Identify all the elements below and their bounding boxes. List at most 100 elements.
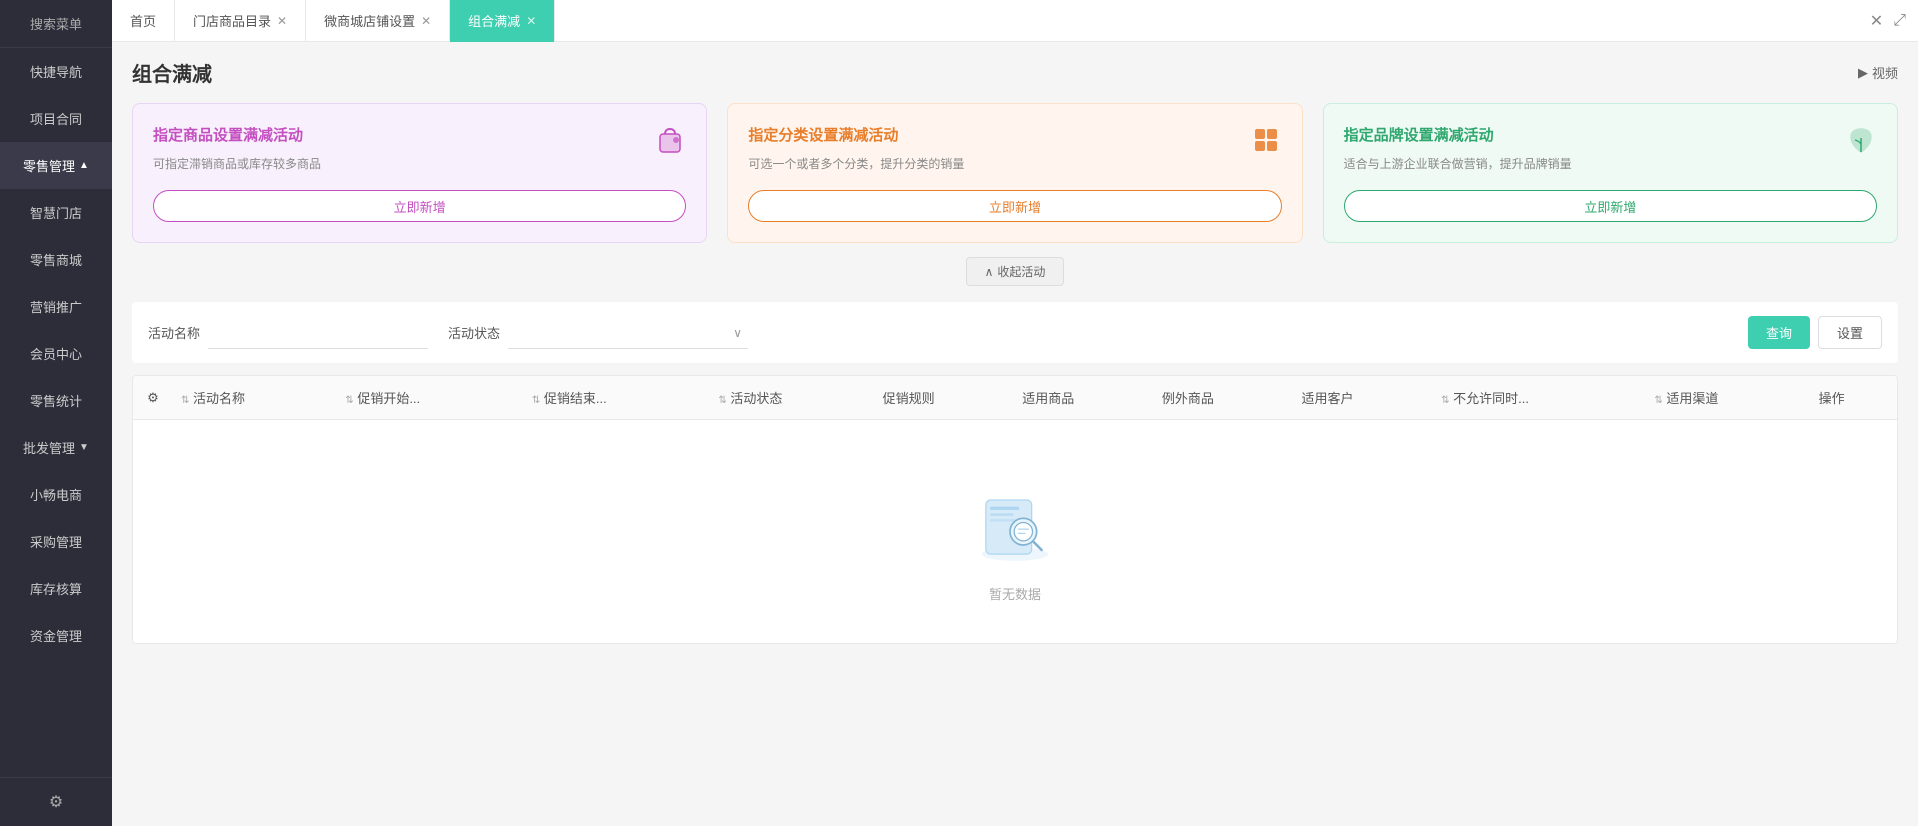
video-link[interactable]: ▶ 视频 [1858,63,1898,82]
sidebar-item-xiaochang-ecommerce[interactable]: 小畅电商 [0,471,112,518]
card-product-add-button[interactable]: 立即新增 [153,190,686,222]
sidebar-item-marketing[interactable]: 营销推广 [0,283,112,330]
activity-status-select[interactable] [508,317,748,349]
grid-icon [1250,124,1282,163]
col-operations-label: 操作 [1819,391,1845,406]
chevron-down-icon: ▼ [79,442,89,453]
col-exception-goods-label: 例外商品 [1162,391,1214,406]
tab-wechat-store-settings[interactable]: 微商城店铺设置 ✕ [306,0,450,42]
tab-wechat-store-settings-label: 微商城店铺设置 [324,11,415,30]
sidebar-search[interactable]: 搜索菜单 [0,0,112,48]
col-applicable-goods-label: 适用商品 [1022,391,1074,406]
card-category-desc: 可选一个或者多个分类，提升分类的销量 [748,155,1281,174]
sort-icon: ⇅ [532,395,540,406]
sidebar-item-label: 批发管理 [23,438,75,457]
settings-icon: ⚙ [147,390,159,405]
tab-store-product-catalog[interactable]: 门店商品目录 ✕ [175,0,306,42]
col-no-simultaneous[interactable]: ⇅ 不允许同时... [1433,376,1646,420]
tabbar-actions: ✕ ⤢ [1870,11,1918,31]
activity-name-input[interactable] [208,317,428,349]
page-header: 组合满减 ▶ 视频 [132,58,1898,87]
play-icon: ▶ [1858,65,1868,81]
sidebar-item-label: 小畅电商 [30,488,82,503]
tab-combo-discount[interactable]: 组合满减 ✕ [450,0,555,42]
filter-actions: 查询 设置 [1748,316,1882,349]
empty-state: 暂无数据 [133,420,1897,643]
sidebar-item-label: 零售管理 [23,156,75,175]
cards-row: 指定商品设置满减活动 可指定滞销商品或库存较多商品 立即新增 指定分类设置满减活… [132,103,1898,243]
card-product-desc: 可指定滞销商品或库存较多商品 [153,155,686,174]
collapse-activities-button[interactable]: ∧ 收起活动 [966,257,1065,286]
tab-home-label: 首页 [130,11,156,30]
sidebar-item-purchase-mgmt[interactable]: 采购管理 [0,518,112,565]
tabbar: 首页 门店商品目录 ✕ 微商城店铺设置 ✕ 组合满减 ✕ ✕ ⤢ [112,0,1918,42]
gear-icon: ⚙ [49,794,63,811]
leaf-icon [1845,124,1877,163]
sidebar-item-label: 采购管理 [30,535,82,550]
collapse-bar: ∧ 收起活动 [132,257,1898,286]
col-applicable-channel-label: 适用渠道 [1666,391,1718,406]
sidebar-item-wholesale-mgmt[interactable]: 批发管理 ▼ [0,424,112,471]
card-brand-desc: 适合与上游企业联合做营销，提升品牌销量 [1344,155,1877,174]
sidebar-item-fund-mgmt[interactable]: 资金管理 [0,612,112,659]
tab-combo-discount-close[interactable]: ✕ [526,15,536,27]
sidebar-item-retail-mall[interactable]: 零售商城 [0,236,112,283]
card-category-title: 指定分类设置满减活动 [748,124,1281,145]
sidebar-item-label: 零售商城 [30,253,82,268]
sidebar-item-retail-management[interactable]: 零售管理 ▲ [0,142,112,189]
col-applicable-goods: 适用商品 [1014,376,1154,420]
sidebar-item-smart-store[interactable]: 智慧门店 [0,189,112,236]
maximize-window-button[interactable]: ⤢ [1893,12,1906,30]
sidebar-item-label: 零售统计 [30,394,82,409]
card-category-add-button[interactable]: 立即新增 [748,190,1281,222]
sidebar-item-label: 项目合同 [30,112,82,127]
col-applicable-customers: 适用客户 [1294,376,1434,420]
sidebar-item-project-contract[interactable]: 项目合同 [0,95,112,142]
col-activity-status[interactable]: ⇅ 活动状态 [710,376,874,420]
card-product-title: 指定商品设置满减活动 [153,124,686,145]
col-promo-start[interactable]: ⇅ 促销开始... [337,376,524,420]
col-settings[interactable]: ⚙ [133,376,173,420]
sidebar-item-quick-nav[interactable]: 快捷导航 [0,48,112,95]
sidebar-item-inventory-check[interactable]: 库存核算 [0,565,112,612]
sort-icon: ⇅ [1441,395,1449,406]
sidebar-item-label: 快捷导航 [30,65,82,80]
filter-activity-name-label: 活动名称 [148,323,200,342]
chevron-up-icon: ▲ [79,160,89,171]
sidebar-item-label: 库存核算 [30,582,82,597]
sidebar-item-member-center[interactable]: 会员中心 [0,330,112,377]
sort-icon: ⇅ [345,395,353,406]
setting-button[interactable]: 设置 [1818,316,1882,349]
col-activity-name[interactable]: ⇅ 活动名称 [173,376,337,420]
sidebar-item-retail-stats[interactable]: 零售统计 [0,377,112,424]
tab-wechat-store-settings-close[interactable]: ✕ [421,15,431,27]
col-promo-end-label: 促销结束... [544,391,607,406]
sidebar-item-label: 营销推广 [30,300,82,315]
sidebar-item-label: 智慧门店 [30,206,82,221]
tab-combo-discount-label: 组合满减 [468,11,520,30]
table-container: ⚙ ⇅ 活动名称 ⇅ 促销开始... ⇅ 促销结束... [132,375,1898,644]
bag-icon [654,124,686,163]
close-window-button[interactable]: ✕ [1870,11,1883,31]
card-brand: 指定品牌设置满减活动 适合与上游企业联合做营销，提升品牌销量 立即新增 [1323,103,1898,243]
col-promo-start-label: 促销开始... [357,391,420,406]
col-activity-name-label: 活动名称 [193,391,245,406]
tab-store-product-catalog-close[interactable]: ✕ [277,15,287,27]
col-promo-rules: 促销规则 [875,376,1015,420]
query-button[interactable]: 查询 [1748,316,1810,349]
col-no-simultaneous-label: 不允许同时... [1453,391,1529,406]
col-promo-rules-label: 促销规则 [883,391,935,406]
sidebar-settings[interactable]: ⚙ [0,777,112,826]
page-content: 组合满减 ▶ 视频 指定商品设置满减活动 可指定滞销商品或库存 [112,42,1918,826]
empty-text: 暂无数据 [989,584,1041,603]
sort-icon: ⇅ [1654,395,1662,406]
card-category: 指定分类设置满减活动 可选一个或者多个分类，提升分类的销量 立即新增 [727,103,1302,243]
sort-icon: ⇅ [718,395,726,406]
sidebar-item-label: 资金管理 [30,629,82,644]
tab-store-product-catalog-label: 门店商品目录 [193,11,271,30]
card-product: 指定商品设置满减活动 可指定滞销商品或库存较多商品 立即新增 [132,103,707,243]
card-brand-add-button[interactable]: 立即新增 [1344,190,1877,222]
col-promo-end[interactable]: ⇅ 促销结束... [524,376,711,420]
col-applicable-channel[interactable]: ⇅ 适用渠道 [1646,376,1810,420]
tab-home[interactable]: 首页 [112,0,175,42]
